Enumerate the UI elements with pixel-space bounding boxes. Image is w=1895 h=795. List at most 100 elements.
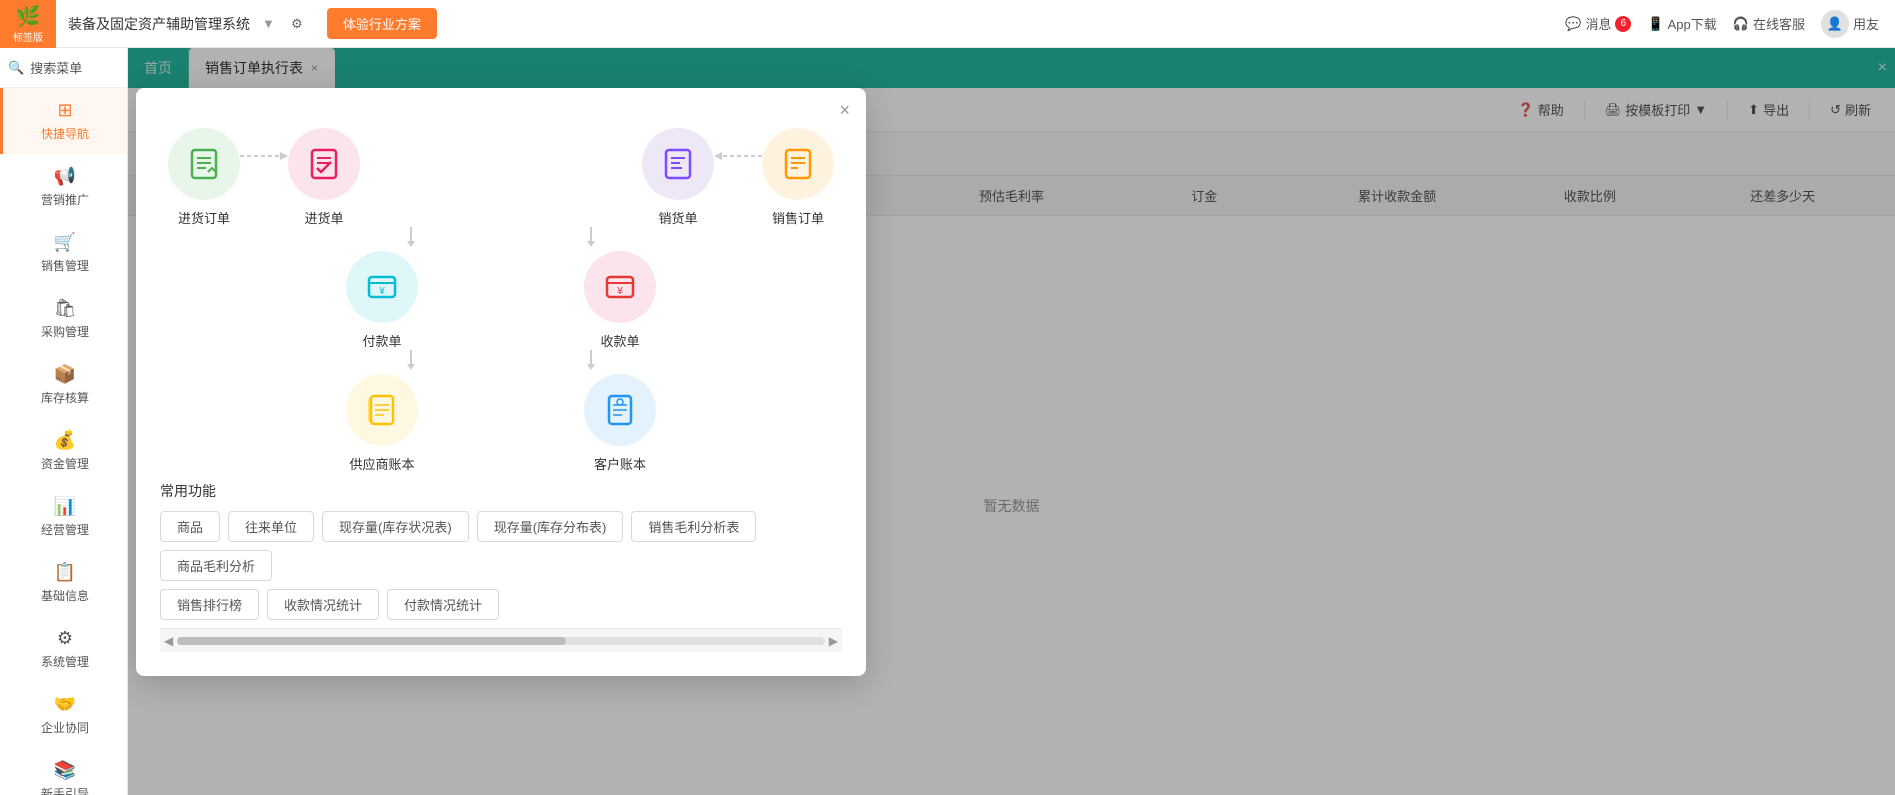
online-service-button[interactable]: 🎧 在线客服	[1733, 14, 1805, 33]
sales-order-circle[interactable]	[762, 128, 834, 200]
sidebar: 🔍 搜索菜单 ⊞ 快捷导航 📢 营销推广 🛒 销售管理 🛍 采购管理 📦	[0, 48, 128, 795]
inventory-icon: 📦	[54, 364, 76, 385]
scroll-thumb[interactable]	[177, 637, 566, 645]
sales-order-label: 销售订单	[772, 208, 824, 227]
scroll-right-arrow[interactable]: ▶	[829, 634, 838, 648]
flow-col-customer-ledger: 客户账本	[584, 374, 656, 473]
app-title: 装备及固定资产辅助管理系统	[68, 14, 250, 34]
basic-info-label: 基础信息	[41, 587, 89, 604]
common-btn-stock-dist[interactable]: 现存量(库存分布表)	[477, 511, 624, 542]
common-btn-product[interactable]: 商品	[160, 511, 220, 542]
logo-icon: 🌿	[16, 4, 41, 29]
common-btn-partner[interactable]: 往来单位	[228, 511, 314, 542]
quick-nav-label: 快捷导航	[41, 125, 89, 142]
operation-icon: 📊	[54, 496, 76, 517]
sidebar-item-inventory[interactable]: 📦 库存核算	[0, 352, 127, 418]
search-menu-button[interactable]: 🔍 搜索菜单	[0, 48, 127, 88]
user-name: 用友	[1853, 14, 1879, 33]
sidebar-item-operation[interactable]: 📊 经营管理	[0, 484, 127, 550]
message-label: 消息	[1585, 14, 1611, 33]
scroll-track[interactable]	[177, 637, 825, 645]
newbie-icon: 📚	[54, 760, 76, 781]
customer-ledger-circle[interactable]	[584, 374, 656, 446]
common-btn-receipt-stat[interactable]: 收款情况统计	[267, 589, 379, 620]
sidebar-item-purchase[interactable]: 🛍 采购管理	[0, 286, 127, 352]
common-btn-payment-stat[interactable]: 付款情况统计	[387, 589, 499, 620]
flow-col-sales-bill: 销货单	[642, 128, 714, 227]
purchase-icon: 🛍	[54, 298, 77, 319]
quick-nav-icon: ⊞	[57, 100, 72, 121]
modal-close-button[interactable]: ×	[839, 100, 850, 121]
sidebar-item-newbie[interactable]: 📚 新手引导	[0, 748, 127, 795]
modal-overlay: × 进货订单	[128, 48, 1895, 795]
flow-section: 进货订单 进货单	[160, 112, 842, 473]
basic-info-icon: 📋	[54, 562, 76, 583]
gear-icon: ⚙	[291, 16, 303, 32]
sidebar-item-sales[interactable]: 🛒 销售管理	[0, 220, 127, 286]
avatar: 👤	[1821, 10, 1849, 38]
common-btn-stock-status[interactable]: 现存量(库存状况表)	[322, 511, 469, 542]
sidebar-item-basic-info[interactable]: 📋 基础信息	[0, 550, 127, 616]
purchase-label: 采购管理	[41, 323, 89, 340]
supplier-ledger-circle[interactable]	[346, 374, 418, 446]
app-container: 🌿 标签版 装备及固定资产辅助管理系统 ▼ ⚙ 体验行业方案 💬 消息 6 📱 …	[0, 0, 1895, 795]
top-bar-left: 装备及固定资产辅助管理系统 ▼ ⚙ 体验行业方案	[68, 8, 437, 39]
system-icon: ⚙	[57, 628, 73, 649]
app-download-button[interactable]: 📱 App下载	[1647, 14, 1716, 33]
search-icon: 🔍	[8, 60, 24, 76]
main-area: 🔍 搜索菜单 ⊞ 快捷导航 📢 营销推广 🛒 销售管理 🛍 采购管理 📦	[0, 48, 1895, 795]
common-section-title: 常用功能	[160, 481, 842, 501]
sidebar-item-system[interactable]: ⚙ 系统管理	[0, 616, 127, 682]
sidebar-item-collab[interactable]: 🤝 企业协同	[0, 682, 127, 748]
message-badge: 6	[1615, 16, 1631, 32]
modal-box: × 进货订单	[136, 88, 866, 676]
sales-bill-circle[interactable]	[642, 128, 714, 200]
appdown-icon: 📱	[1647, 16, 1663, 32]
flow-col-payment: ¥ 付款单	[346, 251, 418, 350]
user-menu[interactable]: 👤 用友	[1821, 10, 1879, 38]
purchase-bill-label: 进货单	[304, 208, 343, 227]
marketing-label: 营销推广	[41, 191, 89, 208]
search-menu-label: 搜索菜单	[30, 58, 82, 77]
scroll-left-arrow[interactable]: ◀	[164, 634, 173, 648]
receipt-circle[interactable]: ¥	[584, 251, 656, 323]
service-label: 在线客服	[1753, 14, 1805, 33]
sidebar-item-finance[interactable]: 💰 资金管理	[0, 418, 127, 484]
sidebar-item-marketing[interactable]: 📢 营销推广	[0, 154, 127, 220]
purchase-order-circle[interactable]	[168, 128, 240, 200]
collab-label: 企业协同	[41, 719, 89, 736]
app-logo: 🌿 标签版	[0, 0, 56, 48]
settings-button[interactable]: ⚙	[283, 10, 311, 38]
payment-label: 付款单	[362, 331, 401, 350]
finance-icon: 💰	[54, 430, 76, 451]
newbie-label: 新手引导	[41, 785, 89, 795]
customer-ledger-label: 客户账本	[594, 454, 646, 473]
marketing-icon: 📢	[54, 166, 76, 187]
purchase-order-label: 进货订单	[178, 208, 230, 227]
scroll-bar-area: ◀ ▶	[160, 628, 842, 652]
common-section: 常用功能 商品 往来单位 现存量(库存状况表) 现存量(库存分布表) 销售毛利分…	[160, 481, 842, 620]
flow-col-purchase-bill: 进货单	[288, 128, 360, 227]
title-dropdown-icon[interactable]: ▼	[262, 16, 275, 31]
logo-sub: 标签版	[13, 29, 43, 44]
payment-circle[interactable]: ¥	[346, 251, 418, 323]
common-btns-row1: 商品 往来单位 现存量(库存状况表) 现存量(库存分布表) 销售毛利分析表 商品…	[160, 511, 842, 581]
top-bar-right: 💬 消息 6 📱 App下载 🎧 在线客服 👤 用友	[1565, 10, 1879, 38]
common-btn-sales-rank[interactable]: 销售排行榜	[160, 589, 259, 620]
common-btns-row2: 销售排行榜 收款情况统计 付款情况统计	[160, 589, 842, 620]
appdown-label: App下载	[1668, 14, 1717, 33]
sidebar-item-quick-nav[interactable]: ⊞ 快捷导航	[0, 88, 127, 154]
sales-icon: 🛒	[54, 232, 76, 253]
service-icon: 🎧	[1733, 16, 1749, 32]
experience-button[interactable]: 体验行业方案	[327, 8, 437, 39]
purchase-bill-circle[interactable]	[288, 128, 360, 200]
svg-text:¥: ¥	[378, 286, 385, 297]
common-btn-product-gross[interactable]: 商品毛利分析	[160, 550, 272, 581]
flow-col-sales-order: 销售订单	[762, 128, 834, 227]
supplier-ledger-label: 供应商账本	[349, 454, 414, 473]
common-btn-sales-gross[interactable]: 销售毛利分析表	[631, 511, 756, 542]
message-button[interactable]: 💬 消息 6	[1565, 14, 1631, 33]
message-icon: 💬	[1565, 16, 1581, 32]
svg-text:¥: ¥	[616, 286, 623, 297]
flow-col-receipt: ¥ 收款单	[584, 251, 656, 350]
